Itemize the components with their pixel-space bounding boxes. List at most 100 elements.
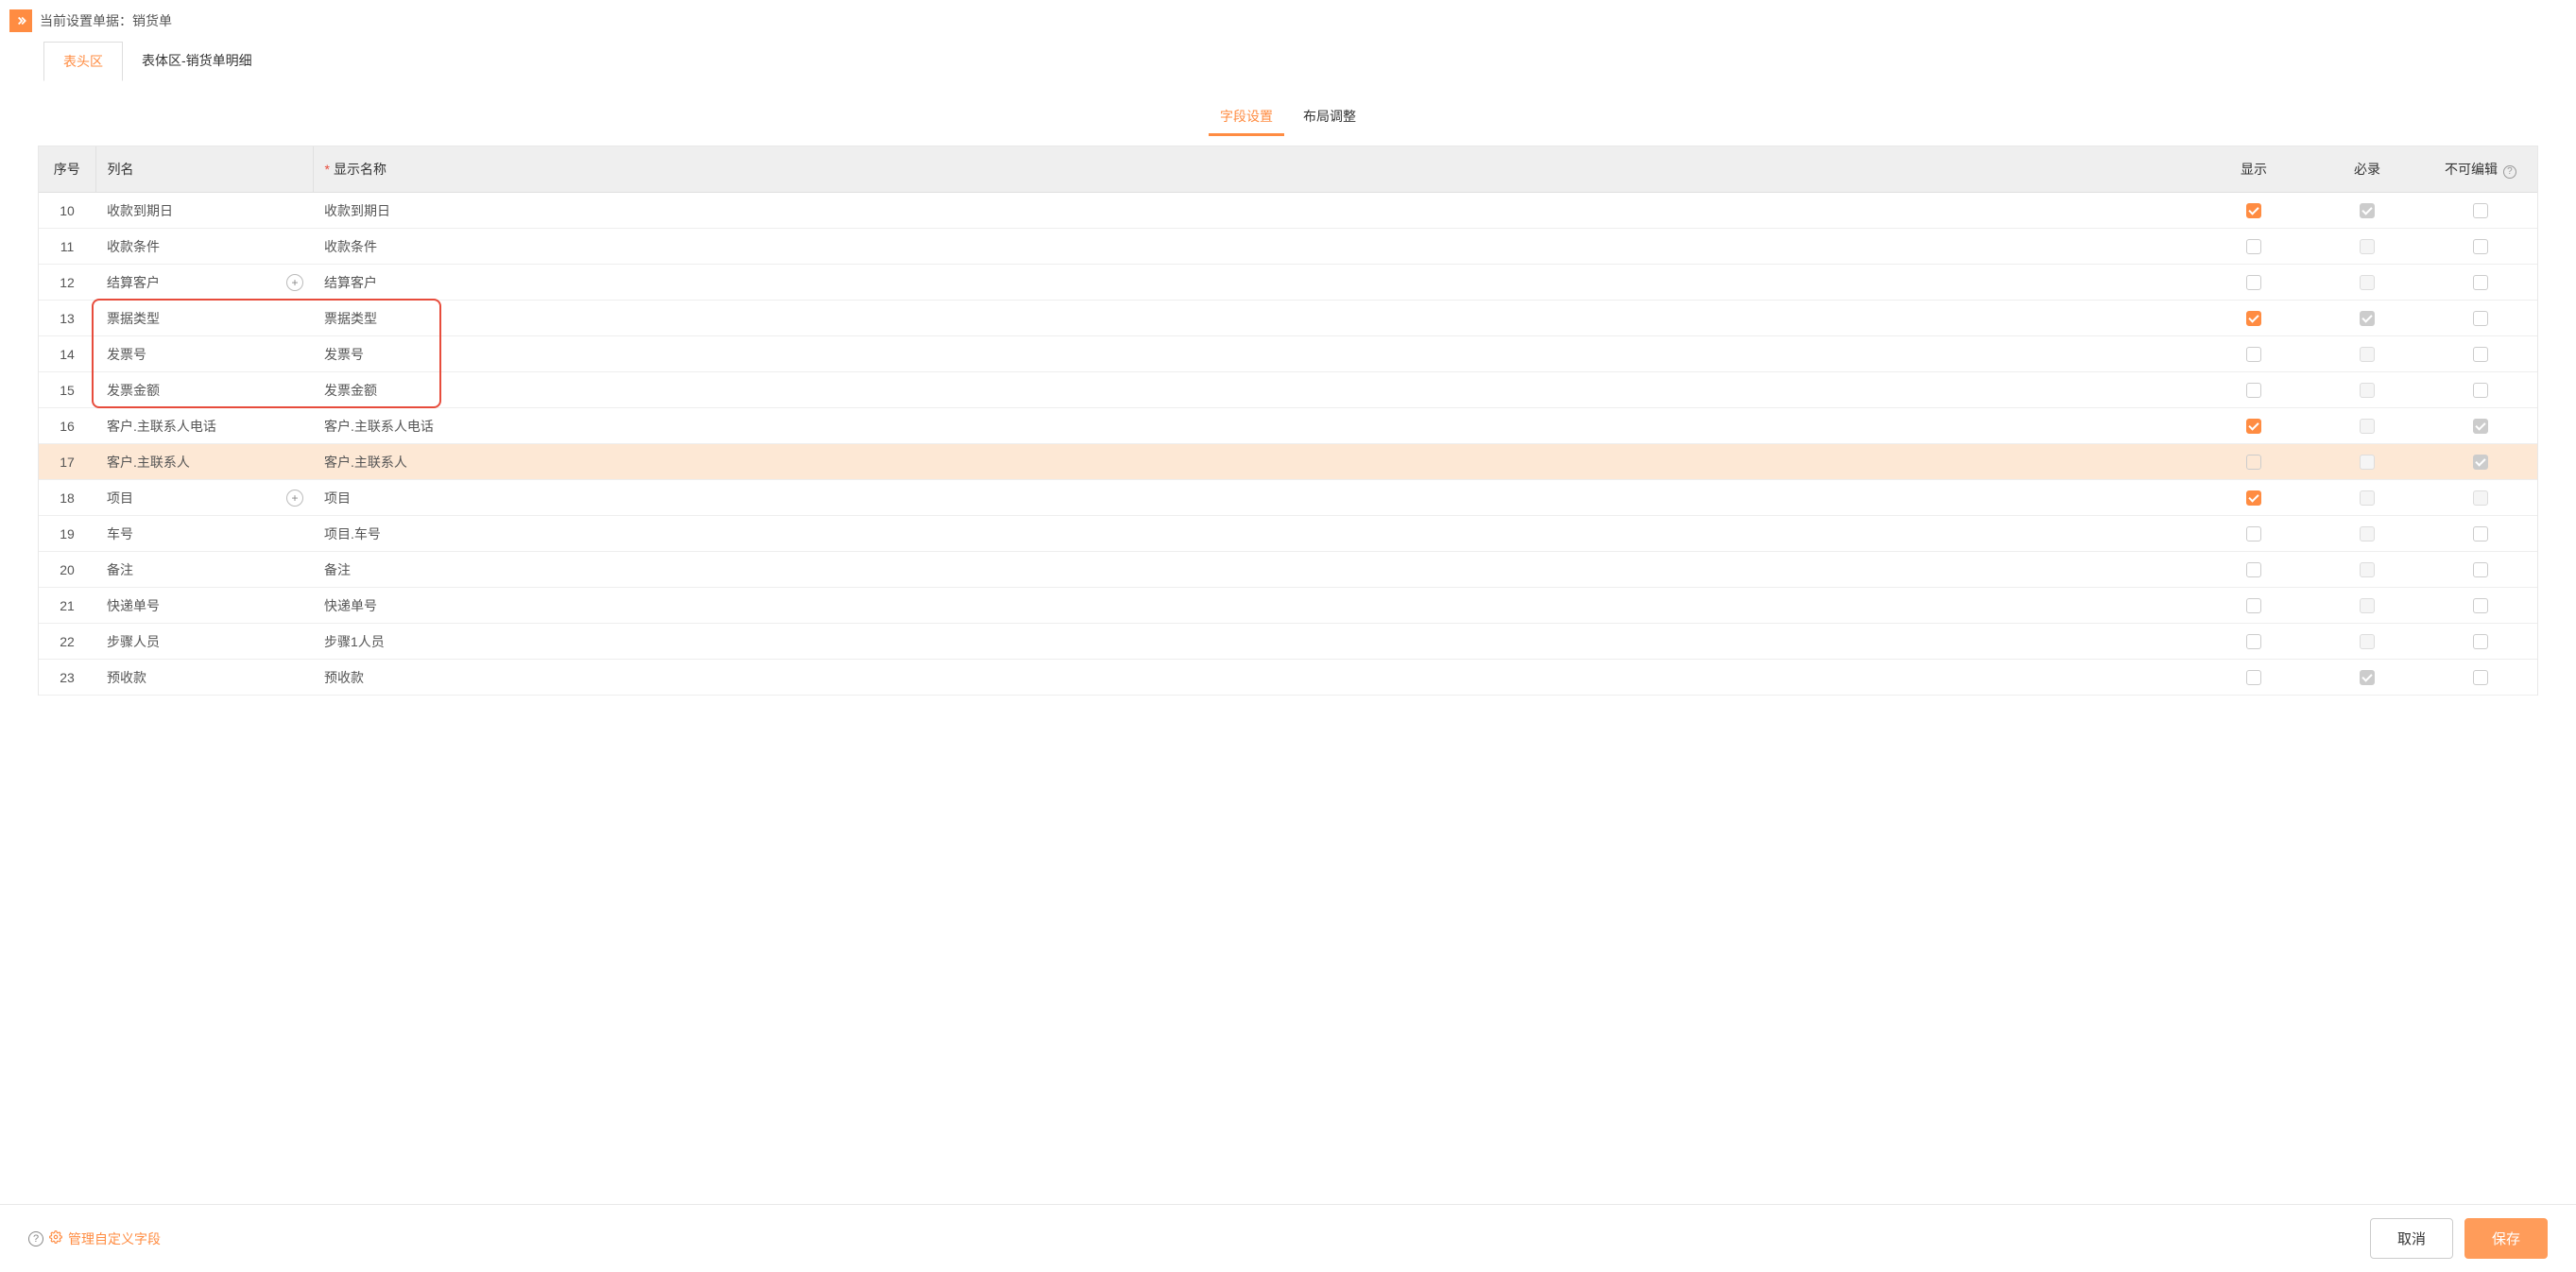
- cell-display[interactable]: 项目: [313, 480, 2197, 516]
- table-row[interactable]: 19车号项目.车号: [39, 516, 2537, 552]
- cell-name: 客户.主联系人电话: [95, 408, 313, 444]
- checkbox-readonly[interactable]: [2473, 526, 2488, 541]
- checkbox-readonly: [2473, 455, 2488, 470]
- cell-display[interactable]: 收款到期日: [313, 193, 2197, 229]
- cell-seq: 10: [39, 193, 95, 229]
- cell-seq: 17: [39, 444, 95, 480]
- checkbox-required: [2360, 634, 2375, 649]
- cell-display[interactable]: 收款条件: [313, 229, 2197, 265]
- table-row[interactable]: 14发票号发票号: [39, 336, 2537, 372]
- checkbox-readonly[interactable]: [2473, 203, 2488, 218]
- plus-icon[interactable]: +: [286, 490, 303, 507]
- cell-seq: 15: [39, 372, 95, 408]
- cell-display[interactable]: 项目.车号: [313, 516, 2197, 552]
- cell-seq: 21: [39, 588, 95, 624]
- col-header-display-text: 显示名称: [334, 162, 386, 177]
- checkbox-show[interactable]: [2246, 490, 2261, 506]
- plus-icon[interactable]: +: [286, 274, 303, 291]
- cell-name: 收款到期日: [95, 193, 313, 229]
- checkbox-readonly[interactable]: [2473, 670, 2488, 685]
- col-header-readonly-text: 不可编辑: [2445, 162, 2498, 177]
- table-row[interactable]: 18项目+项目: [39, 480, 2537, 516]
- table-row[interactable]: 12结算客户+结算客户: [39, 265, 2537, 301]
- cell-display[interactable]: 客户.主联系人: [313, 444, 2197, 480]
- primary-tabs: 表头区 表体区-销货单明细: [43, 42, 2567, 82]
- table-row[interactable]: 16客户.主联系人电话客户.主联系人电话: [39, 408, 2537, 444]
- table-row[interactable]: 22步骤人员步骤1人员: [39, 624, 2537, 660]
- cell-display[interactable]: 步骤1人员: [313, 624, 2197, 660]
- table-row[interactable]: 11收款条件收款条件: [39, 229, 2537, 265]
- tab-layout-adjust[interactable]: 布局调整: [1292, 99, 1367, 136]
- checkbox-required: [2360, 670, 2375, 685]
- checkbox-readonly[interactable]: [2473, 598, 2488, 613]
- table-row[interactable]: 17客户.主联系人客户.主联系人: [39, 444, 2537, 480]
- footer-bar: ? 管理自定义字段 取消 保存: [0, 1204, 2576, 1272]
- cell-name: 项目+: [95, 480, 313, 516]
- cell-name: 客户.主联系人: [95, 444, 313, 480]
- checkbox-readonly[interactable]: [2473, 634, 2488, 649]
- cell-display[interactable]: 发票号: [313, 336, 2197, 372]
- cell-display[interactable]: 客户.主联系人电话: [313, 408, 2197, 444]
- cell-display[interactable]: 备注: [313, 552, 2197, 588]
- cell-name: 步骤人员: [95, 624, 313, 660]
- checkbox-show[interactable]: [2246, 203, 2261, 218]
- cell-name: 结算客户+: [95, 265, 313, 301]
- cell-name: 备注: [95, 552, 313, 588]
- col-header-required: 必录: [2310, 146, 2424, 193]
- cell-seq: 16: [39, 408, 95, 444]
- gear-icon: [49, 1230, 62, 1246]
- checkbox-show[interactable]: [2246, 634, 2261, 649]
- collapse-toggle[interactable]: [9, 9, 32, 32]
- checkbox-readonly[interactable]: [2473, 275, 2488, 290]
- checkbox-readonly[interactable]: [2473, 347, 2488, 362]
- table-row[interactable]: 20备注备注: [39, 552, 2537, 588]
- checkbox-show[interactable]: [2246, 239, 2261, 254]
- cell-seq: 12: [39, 265, 95, 301]
- checkbox-readonly[interactable]: [2473, 239, 2488, 254]
- cell-display[interactable]: 结算客户: [313, 265, 2197, 301]
- checkbox-required: [2360, 311, 2375, 326]
- checkbox-show[interactable]: [2246, 275, 2261, 290]
- checkbox-required: [2360, 419, 2375, 434]
- help-icon[interactable]: ?: [2503, 165, 2516, 179]
- table-row[interactable]: 10收款到期日收款到期日: [39, 193, 2537, 229]
- checkbox-show[interactable]: [2246, 419, 2261, 434]
- cell-seq: 19: [39, 516, 95, 552]
- checkbox-show[interactable]: [2246, 347, 2261, 362]
- checkbox-readonly: [2473, 490, 2488, 506]
- checkbox-show[interactable]: [2246, 526, 2261, 541]
- checkbox-required: [2360, 383, 2375, 398]
- cell-name: 收款条件: [95, 229, 313, 265]
- question-icon[interactable]: ?: [28, 1231, 43, 1246]
- checkbox-readonly[interactable]: [2473, 562, 2488, 577]
- tab-header-area[interactable]: 表头区: [43, 42, 123, 81]
- checkbox-required: [2360, 562, 2375, 577]
- checkbox-show[interactable]: [2246, 311, 2261, 326]
- checkbox-required: [2360, 598, 2375, 613]
- cancel-button[interactable]: 取消: [2370, 1218, 2453, 1259]
- tab-body-area[interactable]: 表体区-销货单明细: [123, 42, 271, 81]
- cell-seq: 14: [39, 336, 95, 372]
- table-row[interactable]: 23预收款预收款: [39, 660, 2537, 696]
- cell-display[interactable]: 发票金额: [313, 372, 2197, 408]
- checkbox-readonly[interactable]: [2473, 383, 2488, 398]
- checkbox-show[interactable]: [2246, 455, 2261, 470]
- cell-name: 票据类型: [95, 301, 313, 336]
- field-table: 序号 列名 *显示名称 显示 必录 不可编辑 ? 10收款到期日收款到期日11收…: [38, 146, 2538, 696]
- checkbox-readonly[interactable]: [2473, 311, 2488, 326]
- checkbox-show[interactable]: [2246, 598, 2261, 613]
- save-button[interactable]: 保存: [2464, 1218, 2548, 1259]
- checkbox-show[interactable]: [2246, 383, 2261, 398]
- manage-custom-fields-link[interactable]: 管理自定义字段: [68, 1229, 161, 1248]
- tab-field-settings[interactable]: 字段设置: [1209, 99, 1284, 136]
- table-row[interactable]: 13票据类型票据类型: [39, 301, 2537, 336]
- cell-display[interactable]: 快递单号: [313, 588, 2197, 624]
- checkbox-show[interactable]: [2246, 562, 2261, 577]
- col-header-display: *显示名称: [313, 146, 2197, 193]
- table-row[interactable]: 21快递单号快递单号: [39, 588, 2537, 624]
- cell-display[interactable]: 票据类型: [313, 301, 2197, 336]
- cell-display[interactable]: 预收款: [313, 660, 2197, 696]
- table-row[interactable]: 15发票金额发票金额: [39, 372, 2537, 408]
- checkbox-show[interactable]: [2246, 670, 2261, 685]
- cell-name: 预收款: [95, 660, 313, 696]
